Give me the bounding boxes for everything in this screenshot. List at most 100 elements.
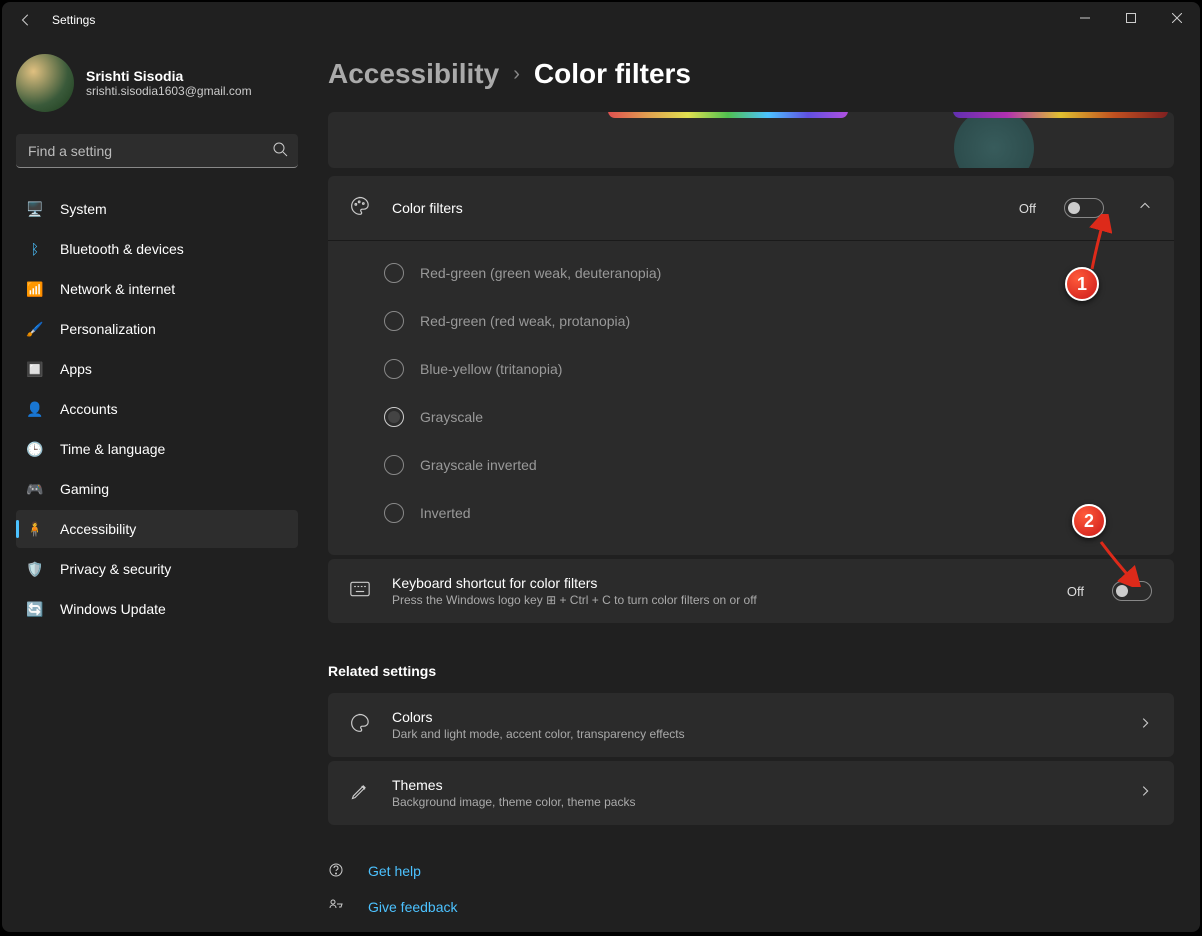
color-preview bbox=[328, 112, 1174, 168]
filter-options: Red-green (green weak, deuteranopia) Red… bbox=[328, 240, 1174, 555]
radio-icon bbox=[384, 359, 404, 379]
profile-block[interactable]: Srishti Sisodia srishti.sisodia1603@gmai… bbox=[16, 54, 298, 112]
radio-icon bbox=[384, 503, 404, 523]
palette-icon bbox=[350, 196, 372, 221]
nav-apps[interactable]: 🔲 Apps bbox=[16, 350, 298, 388]
get-help-link[interactable]: Get help bbox=[328, 853, 1174, 889]
close-button[interactable] bbox=[1154, 2, 1200, 34]
filter-label: Grayscale bbox=[420, 409, 483, 425]
minimize-button[interactable] bbox=[1062, 2, 1108, 34]
filter-protanopia[interactable]: Red-green (red weak, protanopia) bbox=[384, 297, 1174, 345]
related-colors-card[interactable]: Colors Dark and light mode, accent color… bbox=[328, 693, 1174, 757]
color-filters-card: Color filters Off Red-green (green weak,… bbox=[328, 176, 1174, 555]
toggle-state: Off bbox=[1019, 201, 1036, 216]
filter-grayscale-inverted[interactable]: Grayscale inverted bbox=[384, 441, 1174, 489]
clock-icon: 🕒 bbox=[26, 440, 44, 458]
filter-tritanopia[interactable]: Blue-yellow (tritanopia) bbox=[384, 345, 1174, 393]
filter-grayscale[interactable]: Grayscale bbox=[384, 393, 1174, 441]
profile-email: srishti.sisodia1603@gmail.com bbox=[86, 84, 252, 98]
keyboard-icon bbox=[350, 581, 372, 602]
accessibility-icon: 🧍 bbox=[26, 520, 44, 538]
search-box bbox=[16, 134, 298, 168]
filter-label: Inverted bbox=[420, 505, 471, 521]
nav-label: Bluetooth & devices bbox=[60, 241, 184, 257]
nav-system[interactable]: 🖥️ System bbox=[16, 190, 298, 228]
nav-accounts[interactable]: 👤 Accounts bbox=[16, 390, 298, 428]
filter-inverted[interactable]: Inverted bbox=[384, 489, 1174, 537]
link-label: Get help bbox=[368, 863, 421, 879]
shield-icon: 🛡️ bbox=[26, 560, 44, 578]
nav-label: Accessibility bbox=[60, 521, 136, 537]
nav-time[interactable]: 🕒 Time & language bbox=[16, 430, 298, 468]
kb-shortcut-label: Keyboard shortcut for color filters bbox=[392, 575, 1047, 591]
titlebar: Settings bbox=[2, 2, 1200, 38]
related-themes-card[interactable]: Themes Background image, theme color, th… bbox=[328, 761, 1174, 825]
maximize-button[interactable] bbox=[1108, 2, 1154, 34]
link-label: Give feedback bbox=[368, 899, 458, 915]
profile-name: Srishti Sisodia bbox=[86, 68, 252, 84]
person-icon: 👤 bbox=[26, 400, 44, 418]
toggle-state: Off bbox=[1067, 584, 1084, 599]
nav-label: Accounts bbox=[60, 401, 118, 417]
chevron-right-icon: › bbox=[513, 63, 520, 86]
pen-icon bbox=[350, 781, 372, 806]
related-title: Colors bbox=[392, 709, 1104, 725]
color-filters-label: Color filters bbox=[392, 200, 999, 216]
nav-label: Apps bbox=[60, 361, 92, 377]
radio-icon bbox=[384, 407, 404, 427]
nav-label: Time & language bbox=[60, 441, 165, 457]
kb-shortcut-desc: Press the Windows logo key ⊞ + Ctrl + C … bbox=[392, 593, 1047, 607]
back-button[interactable] bbox=[6, 2, 46, 38]
nav-bluetooth[interactable]: ᛒ Bluetooth & devices bbox=[16, 230, 298, 268]
nav-label: Network & internet bbox=[60, 281, 175, 297]
search-icon bbox=[272, 141, 288, 162]
gamepad-icon: 🎮 bbox=[26, 480, 44, 498]
avatar bbox=[16, 54, 74, 112]
breadcrumb-parent[interactable]: Accessibility bbox=[328, 58, 499, 90]
chevron-right-icon bbox=[1138, 716, 1152, 735]
nav-privacy[interactable]: 🛡️Privacy & security bbox=[16, 550, 298, 588]
palette-icon bbox=[350, 713, 372, 738]
keyboard-shortcut-card: Keyboard shortcut for color filters Pres… bbox=[328, 559, 1174, 623]
help-icon bbox=[328, 862, 346, 881]
main-content: Accessibility › Color filters Color filt… bbox=[312, 38, 1200, 932]
apps-icon: 🔲 bbox=[26, 360, 44, 378]
page-title: Color filters bbox=[534, 58, 691, 90]
chevron-up-icon[interactable] bbox=[1138, 199, 1152, 218]
radio-icon bbox=[384, 311, 404, 331]
give-feedback-link[interactable]: Give feedback bbox=[328, 889, 1174, 925]
nav-update[interactable]: 🔄 Windows Update bbox=[16, 590, 298, 628]
brush-icon: 🖌️ bbox=[26, 320, 44, 338]
nav-personalization[interactable]: 🖌️ Personalization bbox=[16, 310, 298, 348]
radio-icon bbox=[384, 263, 404, 283]
monitor-icon: 🖥️ bbox=[26, 200, 44, 218]
nav-network[interactable]: 📶 Network & internet bbox=[16, 270, 298, 308]
search-input[interactable] bbox=[16, 134, 298, 168]
filter-deuteranopia[interactable]: Red-green (green weak, deuteranopia) bbox=[384, 249, 1174, 297]
filter-label: Grayscale inverted bbox=[420, 457, 537, 473]
nav-label: Personalization bbox=[60, 321, 156, 337]
window-title: Settings bbox=[52, 13, 95, 27]
feedback-icon bbox=[328, 898, 346, 917]
related-desc: Background image, theme color, theme pac… bbox=[392, 795, 1104, 809]
bluetooth-icon: ᛒ bbox=[26, 240, 44, 258]
related-header: Related settings bbox=[328, 663, 1174, 679]
nav-label: Gaming bbox=[60, 481, 109, 497]
kb-shortcut-toggle[interactable] bbox=[1112, 581, 1152, 601]
filter-label: Red-green (green weak, deuteranopia) bbox=[420, 265, 661, 281]
radio-icon bbox=[384, 455, 404, 475]
sidebar: Srishti Sisodia srishti.sisodia1603@gmai… bbox=[2, 38, 312, 932]
nav-label: System bbox=[60, 201, 107, 217]
wifi-icon: 📶 bbox=[26, 280, 44, 298]
nav-gaming[interactable]: 🎮 Gaming bbox=[16, 470, 298, 508]
breadcrumb: Accessibility › Color filters bbox=[328, 58, 1174, 90]
color-filters-toggle[interactable] bbox=[1064, 198, 1104, 218]
nav-accessibility[interactable]: 🧍 Accessibility bbox=[16, 510, 298, 548]
nav-list: 🖥️ System ᛒ Bluetooth & devices 📶 Network &… bbox=[16, 190, 298, 628]
filter-label: Red-green (red weak, protanopia) bbox=[420, 313, 630, 329]
nav-label: Windows Update bbox=[60, 601, 166, 617]
related-desc: Dark and light mode, accent color, trans… bbox=[392, 727, 1104, 741]
update-icon: 🔄 bbox=[26, 600, 44, 618]
filter-label: Blue-yellow (tritanopia) bbox=[420, 361, 562, 377]
related-title: Themes bbox=[392, 777, 1104, 793]
